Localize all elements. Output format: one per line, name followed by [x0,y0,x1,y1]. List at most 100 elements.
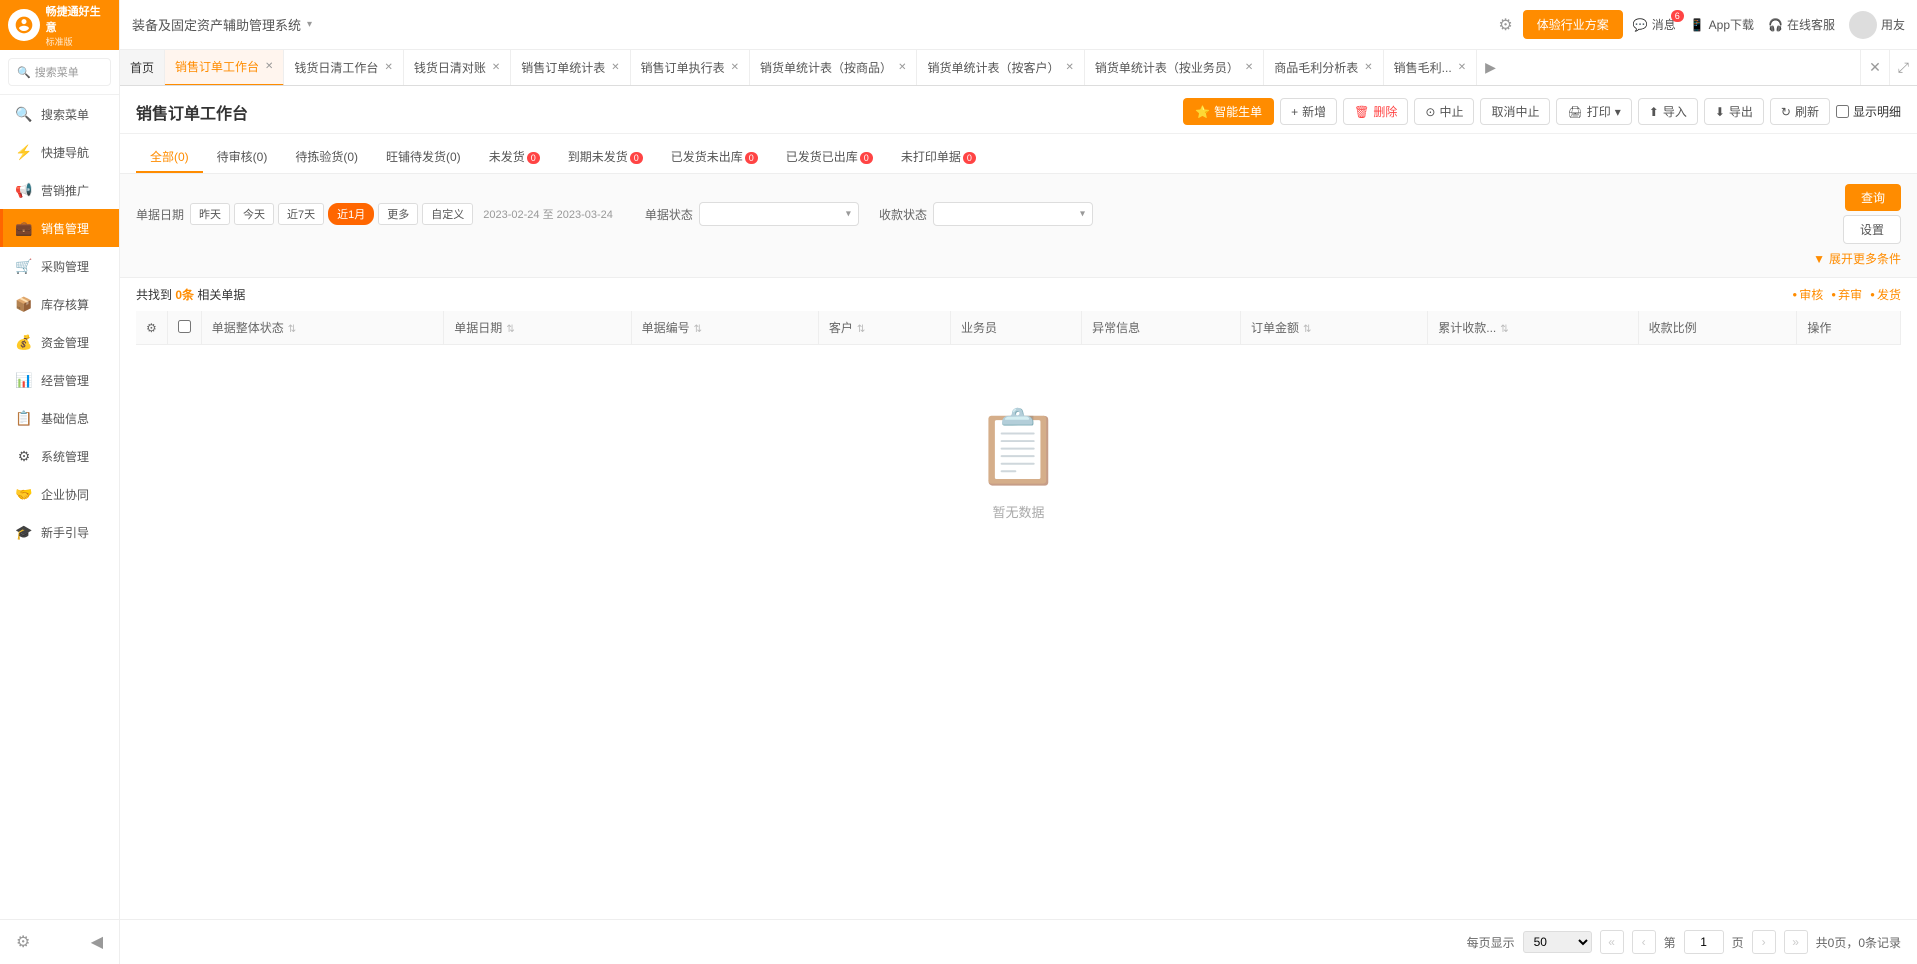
topbar-gear-icon[interactable]: ⚙ [1498,15,1512,35]
query-button[interactable]: 查询 [1845,184,1901,211]
new-button[interactable]: + 新增 [1280,98,1337,125]
filter-bar: 单据日期 昨天今天近7天近1月更多自定义 2023-02-24 至 2023-0… [120,174,1917,278]
sidebar-item-search[interactable]: 🔍 搜索菜单 [0,95,119,133]
sub-tabs: 全部(0)待审核(0)待拣验货(0)旺铺待发货(0) 未发货0 到期未发货0 已发货未… [120,134,1917,174]
date-shortcut-custom[interactable]: 自定义 [422,203,473,225]
tab-close-sales-detail[interactable]: ✕ [1458,62,1466,73]
col-number-header: 单据编号⇅ [631,311,818,345]
sub-tab-not-printed[interactable]: 未打印单据0 [887,142,990,173]
industry-solution-button[interactable]: 体验行业方案 [1523,10,1623,39]
tab-sales-exec[interactable]: 销售订单执行表✕ [631,50,750,86]
date-shortcut-today[interactable]: 今天 [234,203,274,225]
payment-status-filter: 收款状态 [879,202,1093,226]
export-icon: ⬇ [1715,105,1725,119]
tabs-more-button[interactable]: ▶ [1477,59,1504,76]
search-menu-button[interactable]: 🔍 搜索菜单 [8,58,111,86]
tab-close-cash-daily[interactable]: ✕ [384,62,392,73]
collapse-button[interactable]: ◀ [83,928,111,956]
tab-gross-profit[interactable]: 商品毛利分析表 ✕ [1264,50,1383,86]
tab-close-sales-workbench[interactable]: ✕ [265,61,273,72]
tab-close-cargo-stats-customer[interactable]: ✕ [1065,62,1073,73]
messages-button[interactable]: 💬 消息 6 [1633,16,1676,33]
delete-button[interactable]: 🗑 删除 [1343,98,1408,125]
sidebar-item-quick-nav[interactable]: ⚡ 快捷导航 [0,133,119,171]
tab-close-cargo-stats-staff[interactable]: ✕ [1245,62,1253,73]
sidebar-item-label-search: 搜索菜单 [41,106,89,123]
maximize-button[interactable]: ⤢ [1889,50,1917,86]
sidebar-item-basic[interactable]: 📋 基础信息 [0,399,119,437]
sub-tab-pending-inspection[interactable]: 待拣验货(0) [281,142,372,173]
date-shortcut-more[interactable]: 更多 [378,203,418,225]
show-detail-checkbox[interactable]: 显示明细 [1836,103,1901,120]
payment-status-select-wrapper [933,202,1093,226]
sidebar-item-operations[interactable]: 📊 经营管理 [0,361,119,399]
tab-close-cash-reconcile[interactable]: ✕ [492,62,500,73]
tab-cargo-stats-product[interactable]: 销货单统计表（按商品）✕ [750,50,917,86]
last-page-button[interactable]: » [1784,930,1808,954]
sub-tab-label-overdue-not-shipped: 到期未发货0 [568,150,643,164]
tab-cargo-stats-customer[interactable]: 销货单统计表（按客户）✕ [917,50,1084,86]
badge-overdue-not-shipped: 0 [630,152,643,164]
prev-page-button[interactable]: ‹ [1632,930,1656,954]
tab-sales-detail[interactable]: 销售毛利...✕ [1384,50,1477,86]
refresh-button[interactable]: ↻ 刷新 [1770,98,1830,125]
tab-close-cargo-stats-product[interactable]: ✕ [898,62,906,73]
sidebar-item-system[interactable]: ⚙ 系统管理 [0,437,119,475]
close-all-tabs-button[interactable]: ✕ [1860,50,1889,86]
marketing-icon: 📢 [15,181,33,199]
import-button[interactable]: ⬆ 导入 [1638,98,1698,125]
sidebar-item-inventory[interactable]: 📦 库存核算 [0,285,119,323]
sub-tab-all[interactable]: 全部(0) [136,142,203,173]
date-shortcut-7days[interactable]: 近7天 [278,203,324,225]
date-shortcut-1month[interactable]: 近1月 [328,203,374,225]
per-page-select[interactable]: 50 10 20 100 [1523,931,1592,953]
sidebar-item-sales[interactable]: 💼 销售管理 [0,209,119,247]
tab-label-gross-profit: 商品毛利分析表 [1274,59,1358,76]
tab-close-gross-profit[interactable]: ✕ [1364,62,1372,73]
cancel-review-action-button[interactable]: 弃审 [1831,286,1862,303]
page-input[interactable] [1684,930,1724,954]
sidebar-item-marketing[interactable]: 📢 营销推广 [0,171,119,209]
date-shortcuts: 昨天今天近7天近1月更多自定义 [190,203,473,225]
tab-cash-daily[interactable]: 钱货日清工作台✕ [284,50,403,86]
tab-home[interactable]: 首页 [120,50,165,86]
export-button[interactable]: ⬇ 导出 [1704,98,1764,125]
sidebar-item-enterprise[interactable]: 🤝 企业协同 [0,475,119,513]
tab-sales-workbench[interactable]: 销售订单工作台✕ [165,50,284,86]
sidebar-item-guide[interactable]: 🎓 新手引导 [0,513,119,551]
sub-tab-overdue-not-shipped[interactable]: 到期未发货0 [554,142,657,173]
review-action-button[interactable]: 审核 [1792,286,1823,303]
sub-tab-label-not-shipped: 未发货0 [489,150,540,164]
date-shortcut-yesterday[interactable]: 昨天 [190,203,230,225]
smart-create-button[interactable]: ⭐ 智能生单 [1183,98,1274,125]
suspend-button[interactable]: ⊙ 中止 [1414,98,1474,125]
online-service-button[interactable]: 🎧 在线客服 [1768,16,1835,33]
tab-close-sales-stats[interactable]: ✕ [611,62,619,73]
cancel-suspend-button[interactable]: 取消中止 [1480,98,1550,125]
sidebar-item-finance[interactable]: 💰 资金管理 [0,323,119,361]
settings-button[interactable]: ⚙ [8,928,38,956]
first-page-button[interactable]: « [1600,930,1624,954]
sub-tab-wangpu-pending[interactable]: 旺铺待发货(0) [372,142,475,173]
expand-more-button[interactable]: ▼ 展开更多条件 [1813,250,1901,267]
gear-icon[interactable]: ⚙ [146,321,157,335]
sub-tab-shipped-not-out[interactable]: 已发货未出库0 [657,142,772,173]
payment-status-select[interactable] [933,202,1093,226]
setting-button[interactable]: 设置 [1843,215,1901,244]
tab-cargo-stats-staff[interactable]: 销货单统计表（按业务员）✕ [1085,50,1264,86]
bill-status-select[interactable] [699,202,859,226]
sidebar-item-purchase[interactable]: 🛒 采购管理 [0,247,119,285]
show-detail-input[interactable] [1836,105,1849,118]
select-all-checkbox[interactable] [178,320,191,333]
app-download-button[interactable]: 📱 App下载 [1690,16,1754,33]
tab-close-sales-exec[interactable]: ✕ [731,62,739,73]
next-page-button[interactable]: › [1752,930,1776,954]
sub-tab-pending-review[interactable]: 待审核(0) [203,142,282,173]
print-button[interactable]: 🖨 打印 ▾ [1556,98,1631,125]
user-menu[interactable]: 用友 [1849,11,1905,39]
sub-tab-not-shipped[interactable]: 未发货0 [475,142,554,173]
tab-cash-reconcile[interactable]: 钱货日清对账✕ [404,50,511,86]
sub-tab-shipped-out[interactable]: 已发货已出库0 [772,142,887,173]
ship-action-button[interactable]: 发货 [1870,286,1901,303]
tab-sales-stats[interactable]: 销售订单统计表✕ [511,50,630,86]
